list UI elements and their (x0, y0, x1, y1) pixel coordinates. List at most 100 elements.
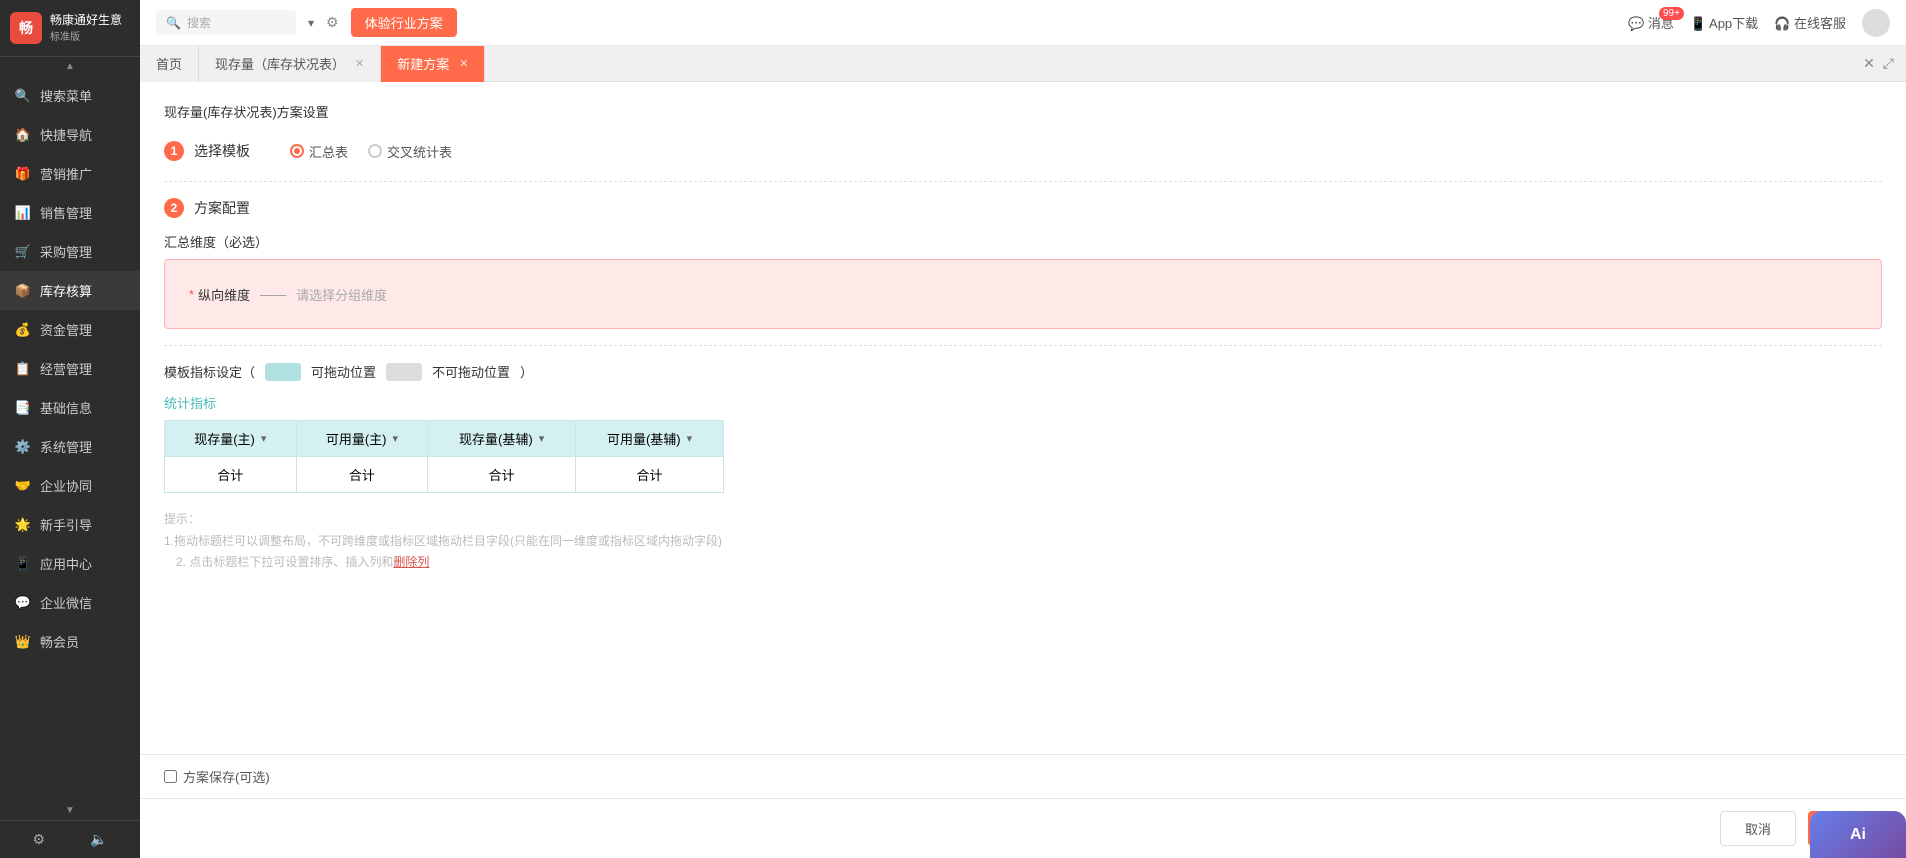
col-3-dropdown[interactable]: ▾ (687, 432, 693, 445)
sidebar-item-system[interactable]: ⚙️ 系统管理 (0, 427, 140, 466)
search-menu-icon: 🔍 (14, 87, 32, 105)
sidebar-item-basic-info[interactable]: 📑 基础信息 (0, 388, 140, 427)
stats-table: 现存量(主) ▾ 可用量(主) ▾ (164, 420, 724, 493)
sidebar-item-label: 资金管理 (40, 320, 92, 339)
sidebar: 畅 畅康通好生意 标准版 ▲ 🔍 搜索菜单 🏠 快捷导航 🎁 营销推广 📊 销售… (0, 0, 140, 858)
search-icon: 🔍 (166, 16, 181, 30)
sound-icon[interactable]: 🔈 (90, 831, 107, 848)
purchase-icon: 🛒 (14, 243, 32, 261)
section-scheme-config: 2 方案配置 汇总维度（必选） * 纵向维度 —— 请选择分组维度 (164, 198, 1882, 574)
sidebar-item-quick-nav[interactable]: 🏠 快捷导航 (0, 115, 140, 154)
cancel-button[interactable]: 取消 (1720, 811, 1796, 846)
sidebar-item-sales[interactable]: 📊 销售管理 (0, 193, 140, 232)
draggable-indicator-box (265, 363, 301, 381)
online-service-link[interactable]: 🎧 在线客服 (1774, 13, 1846, 32)
ai-bubble[interactable]: Ai (1810, 811, 1906, 858)
save-checkbox[interactable] (164, 770, 177, 783)
sidebar-item-marketing[interactable]: 🎁 营销推广 (0, 154, 140, 193)
col-header-3[interactable]: 可用量(基辅) ▾ (576, 421, 724, 457)
sidebar-logo: 畅 畅康通好生意 标准版 (0, 0, 140, 57)
section2-label: 方案配置 (194, 198, 250, 218)
inventory-icon: 📦 (14, 282, 32, 300)
sidebar-item-label: 基础信息 (40, 398, 92, 417)
dimension-section-label: 汇总维度（必选） (164, 232, 1882, 251)
sidebar-item-wechat[interactable]: 💬 企业微信 (0, 583, 140, 622)
tab-new-scheme[interactable]: 新建方案 ✕ (381, 46, 485, 82)
dimension-section: 汇总维度（必选） * 纵向维度 —— 请选择分组维度 (164, 232, 1882, 329)
tab-new-scheme-close[interactable]: ✕ (459, 57, 468, 70)
sidebar-scroll-up[interactable]: ▲ (0, 57, 140, 76)
cell-0-1: 合计 (296, 457, 428, 493)
col-header-0[interactable]: 现存量(主) ▾ (165, 421, 297, 457)
tab-inventory-status[interactable]: 现存量（库存状况表） ✕ (199, 46, 381, 82)
dimension-separator: —— (260, 287, 286, 302)
sidebar-item-finance[interactable]: 💰 资金管理 (0, 310, 140, 349)
headset-icon: 🎧 (1774, 16, 1790, 31)
logo-text-block: 畅康通好生意 标准版 (50, 13, 122, 44)
col-header-1[interactable]: 可用量(主) ▾ (296, 421, 428, 457)
content-area: 现存量(库存状况表)方案设置 1 选择模板 汇总表 交叉统计表 (140, 82, 1906, 858)
operation-icon: 📋 (14, 360, 32, 378)
col-0-dropdown[interactable]: ▾ (261, 432, 267, 445)
dimension-field-label: 纵向维度 (198, 285, 250, 304)
sidebar-item-inventory[interactable]: 📦 库存核算 (0, 271, 140, 310)
settings-icon[interactable]: ⚙ (33, 831, 46, 848)
logo-icon: 畅 (10, 12, 42, 44)
tab-inventory-label: 现存量（库存状况表） (215, 54, 345, 73)
topbar-dropdown[interactable]: ▾ (308, 16, 314, 30)
finance-icon: 💰 (14, 321, 32, 339)
ai-label: Ai (1850, 826, 1866, 844)
tab-inventory-close[interactable]: ✕ (355, 57, 364, 70)
non-draggable-indicator-box (386, 363, 422, 381)
section2-header: 2 方案配置 (164, 198, 1882, 218)
sidebar-item-search-menu[interactable]: 🔍 搜索菜单 (0, 76, 140, 115)
radio-cross[interactable]: 交叉统计表 (368, 142, 452, 161)
sidebar-nav: 🔍 搜索菜单 🏠 快捷导航 🎁 营销推广 📊 销售管理 🛒 采购管理 📦 库存核… (0, 76, 140, 801)
search-box[interactable]: 🔍 搜索 (156, 10, 296, 35)
industry-btn[interactable]: 体验行业方案 (351, 8, 457, 37)
search-placeholder: 搜索 (187, 14, 211, 31)
col-2-dropdown[interactable]: ▾ (539, 432, 545, 445)
tabbar: 首页 现存量（库存状况表） ✕ 新建方案 ✕ ✕ ⤢ (140, 46, 1906, 82)
sales-icon: 📊 (14, 204, 32, 222)
user-avatar[interactable] (1862, 9, 1890, 37)
section1-label: 选择模板 (194, 141, 250, 161)
topbar-gear-icon[interactable]: ⚙ (326, 14, 339, 31)
section-choose-template: 1 选择模板 汇总表 交叉统计表 (164, 141, 1882, 161)
tab-expand-icon[interactable]: ⤢ (1883, 55, 1894, 72)
sidebar-item-newbie[interactable]: 🌟 新手引导 (0, 505, 140, 544)
sidebar-scroll-down[interactable]: ▼ (0, 801, 140, 820)
sidebar-item-operation[interactable]: 📋 经营管理 (0, 349, 140, 388)
radio-summary-label: 汇总表 (309, 142, 348, 161)
basic-info-icon: 📑 (14, 399, 32, 417)
sidebar-item-enterprise[interactable]: 🤝 企业协同 (0, 466, 140, 505)
sidebar-item-app-center[interactable]: 📱 应用中心 (0, 544, 140, 583)
newbie-icon: 🌟 (14, 516, 32, 534)
cell-0-3: 合计 (576, 457, 724, 493)
col-1-dropdown[interactable]: ▾ (392, 432, 398, 445)
dimension-box[interactable]: * 纵向维度 —— 请选择分组维度 (164, 259, 1882, 329)
cell-0-0: 合计 (165, 457, 297, 493)
sidebar-bottom: ⚙ 🔈 (0, 820, 140, 858)
save-label: 方案保存(可选) (183, 767, 270, 786)
col-header-2[interactable]: 现存量(基辅) ▾ (428, 421, 576, 457)
section2-num: 2 (164, 198, 184, 218)
app-download-link[interactable]: 📱 App下载 (1690, 13, 1758, 32)
footer-buttons: 取消 查询 (140, 798, 1906, 858)
tabbar-right-icons: ✕ ⤢ (1863, 55, 1906, 72)
logo-title: 畅康通好生意 (50, 13, 122, 29)
message-badge-container[interactable]: 💬 消息 99+ (1628, 13, 1674, 32)
tip-1-highlight[interactable]: 删除列 (393, 555, 429, 569)
divider2 (164, 345, 1882, 346)
sidebar-item-label: 营销推广 (40, 164, 92, 183)
tips-section: 提示： 1.拖动标题栏可以调整布局，不可跨维度或指标区域拖动栏目字段(只能在同一… (164, 509, 1882, 574)
sidebar-item-purchase[interactable]: 🛒 采购管理 (0, 232, 140, 271)
tab-close-icon[interactable]: ✕ (1863, 55, 1875, 72)
radio-summary[interactable]: 汇总表 (290, 142, 348, 161)
sidebar-item-label: 销售管理 (40, 203, 92, 222)
tab-home[interactable]: 首页 (140, 46, 199, 82)
divider1 (164, 181, 1882, 182)
sidebar-item-member[interactable]: 👑 畅会员 (0, 622, 140, 661)
radio-cross-dot (368, 144, 382, 158)
marketing-icon: 🎁 (14, 165, 32, 183)
